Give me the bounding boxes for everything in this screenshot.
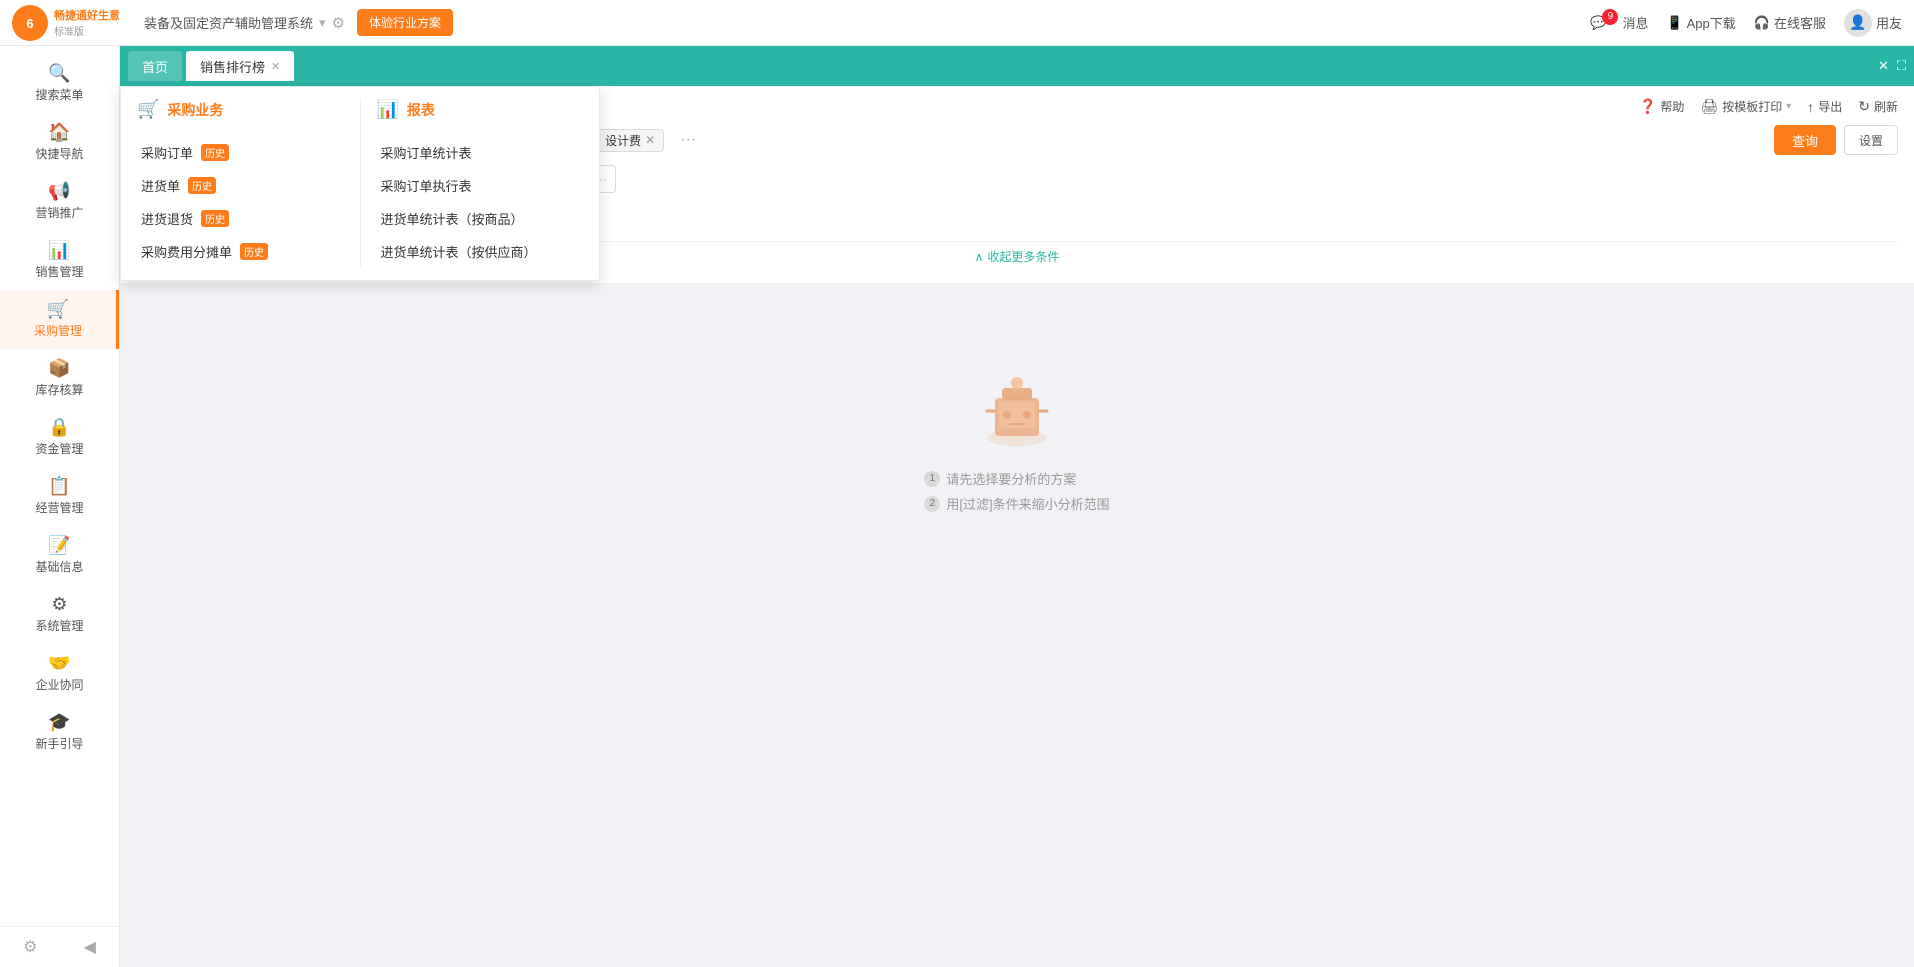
sidebar-item-purchase[interactable]: 🛒 采购管理: [0, 290, 119, 349]
export-btn[interactable]: ↑ 导出: [1807, 98, 1842, 115]
tab-bar-actions: ✕ ⛶: [1878, 58, 1906, 74]
sidebar-item-finance[interactable]: 🔒 资金管理: [0, 408, 119, 467]
logo-area: 6 畅捷通好生意 标准版: [12, 5, 132, 41]
purchase-dropdown: 🛒 采购业务 采购订单 历史 进货单 历史 进货退货 历史 采购费用分摊单 历史…: [120, 86, 600, 281]
sidebar-item-guide[interactable]: 🎓 新手引导: [0, 703, 119, 762]
industry-btn[interactable]: 体验行业方案: [357, 9, 453, 36]
basics-icon: 📝: [48, 536, 70, 554]
online-service-item[interactable]: 🎧 在线客服: [1754, 13, 1826, 32]
system-dropdown-arrow[interactable]: ▾: [319, 15, 326, 31]
menu-item-return-goods[interactable]: 进货退货 历史: [137, 202, 344, 235]
empty-tips: 1 请先选择要分析的方案 2 用[过滤]条件来缩小分析范围: [924, 469, 1109, 513]
sidebar-item-system[interactable]: ⚙ 系统管理: [0, 585, 119, 644]
sidebar-item-sales[interactable]: 📊 销售管理: [0, 231, 119, 290]
tab-fullscreen-icon[interactable]: ⛶: [1897, 58, 1906, 74]
tip-num-1: 1: [924, 471, 940, 487]
dropdown-col-report: 📊 报表 采购订单统计表 采购订单执行表 进货单统计表（按商品） 进货单统计表（…: [360, 99, 600, 268]
empty-illustration: [967, 363, 1067, 453]
purchase-icon: 🛒: [47, 300, 69, 318]
report-col-icon: 📊: [377, 99, 399, 120]
help-btn[interactable]: ❓ 帮助: [1639, 98, 1684, 115]
empty-tip-2: 2 用[过滤]条件来缩小分析范围: [924, 494, 1109, 513]
sales-icon: 📊: [48, 241, 70, 259]
sidebar-bottom: ⚙ ◀: [0, 926, 119, 967]
operations-icon: 📋: [48, 477, 70, 495]
menu-item-purchase-expense[interactable]: 采购费用分摊单 历史: [137, 235, 344, 268]
header-right: 💬 9 消息 📱 App下载 🎧 在线客服 👤 用友: [1590, 9, 1902, 37]
dropdown-col-header-report: 📊 报表: [377, 99, 584, 126]
menu-item-order-exec[interactable]: 采购订单执行表: [377, 169, 584, 202]
menu-item-purchase-order[interactable]: 采购订单 历史: [137, 136, 344, 169]
finance-icon: 🔒: [48, 418, 70, 436]
refresh-icon: ↻: [1858, 98, 1870, 115]
refresh-btn[interactable]: ↻ 刷新: [1858, 98, 1898, 115]
phone-icon: 📱: [1666, 15, 1682, 31]
print-dropdown-arrow[interactable]: ▾: [1786, 101, 1791, 112]
tip-num-2: 2: [924, 496, 940, 512]
empty-svg: [967, 363, 1067, 453]
sidebar: 🔍 搜索菜单 🏠 快捷导航 📢 营销推广 📊 销售管理 🛒 采购管理 📦 库存核…: [0, 46, 120, 967]
export-icon: ↑: [1807, 99, 1814, 115]
setting-btn[interactable]: 设置: [1844, 125, 1898, 155]
sidebar-item-enterprise[interactable]: 🤝 企业协同: [0, 644, 119, 703]
menu-item-order-stats[interactable]: 采购订单统计表: [377, 136, 584, 169]
collapse-arrow-icon: ∧: [975, 250, 984, 264]
help-icon: ❓: [1639, 98, 1656, 115]
sidebar-item-search[interactable]: 🔍 搜索菜单: [0, 54, 119, 113]
system-icon: ⚙: [51, 595, 67, 613]
messages-item[interactable]: 💬 9 消息: [1590, 13, 1648, 32]
tab-sales-ranking[interactable]: 销售排行榜 ✕: [186, 51, 294, 81]
print-btn[interactable]: 🖨 按模板打印 ▾: [1700, 98, 1791, 115]
inventory-icon: 📦: [48, 359, 70, 377]
sidebar-settings-icon[interactable]: ⚙: [23, 937, 37, 957]
empty-state: 1 请先选择要分析的方案 2 用[过滤]条件来缩小分析范围: [120, 283, 1914, 593]
headset-icon: 🎧: [1754, 15, 1770, 31]
sidebar-collapse-icon[interactable]: ◀: [84, 937, 96, 957]
logo-svg: 6: [19, 12, 41, 34]
home-icon: 🏠: [48, 123, 70, 141]
purchase-col-icon: 🛒: [137, 99, 159, 120]
empty-tip-1: 1 请先选择要分析的方案: [924, 469, 1109, 488]
print-icon: 🖨: [1700, 98, 1718, 115]
tab-close-all-icon[interactable]: ✕: [1878, 58, 1889, 74]
dropdown-col-purchase: 🛒 采购业务 采购订单 历史 进货单 历史 进货退货 历史 采购费用分摊单 历史: [121, 99, 360, 268]
filter-actions: 查询 设置: [1774, 125, 1898, 155]
svg-text:6: 6: [26, 16, 33, 31]
top-header: 6 畅捷通好生意 标准版 装备及固定资产辅助管理系统 ▾ ⚙ 体验行业方案 💬 …: [0, 0, 1914, 46]
menu-item-inbound-stats-goods[interactable]: 进货单统计表（按商品）: [377, 202, 584, 235]
goods-tag-remove[interactable]: ✕: [645, 133, 655, 147]
tab-bar: 首页 销售排行榜 ✕ ✕ ⛶: [120, 46, 1914, 86]
dropdown-col-header-purchase: 🛒 采购业务: [137, 99, 344, 126]
sidebar-item-basics[interactable]: 📝 基础信息: [0, 526, 119, 585]
app-download-item[interactable]: 📱 App下载: [1666, 13, 1735, 32]
sidebar-item-marketing[interactable]: 📢 营销推广: [0, 172, 119, 231]
tab-home[interactable]: 首页: [128, 51, 182, 81]
logo-text: 畅捷通好生意 标准版: [54, 7, 120, 38]
query-btn[interactable]: 查询: [1774, 125, 1836, 155]
settings-gear-icon[interactable]: ⚙: [332, 14, 345, 32]
goods-tag: 设计费 ✕: [596, 129, 664, 152]
sidebar-item-operations[interactable]: 📋 经营管理: [0, 467, 119, 526]
system-title: 装备及固定资产辅助管理系统 ▾ ⚙: [144, 13, 345, 32]
avatar: 👤: [1844, 9, 1872, 37]
logo-icon: 6: [12, 5, 48, 41]
tab-close-icon[interactable]: ✕: [271, 60, 280, 73]
guide-icon: 🎓: [48, 713, 70, 731]
search-icon: 🔍: [48, 64, 70, 82]
menu-item-inbound-order[interactable]: 进货单 历史: [137, 169, 344, 202]
enterprise-icon: 🤝: [48, 654, 70, 672]
sidebar-item-quick-nav[interactable]: 🏠 快捷导航: [0, 113, 119, 172]
header-left: 6 畅捷通好生意 标准版 装备及固定资产辅助管理系统 ▾ ⚙ 体验行业方案: [12, 5, 453, 41]
marketing-icon: 📢: [48, 182, 70, 200]
menu-item-inbound-stats-supplier[interactable]: 进货单统计表（按供应商）: [377, 235, 584, 268]
sidebar-item-inventory[interactable]: 📦 库存核算: [0, 349, 119, 408]
user-item[interactable]: 👤 用友: [1844, 9, 1902, 37]
goods-more-btn[interactable]: ···: [680, 131, 696, 149]
